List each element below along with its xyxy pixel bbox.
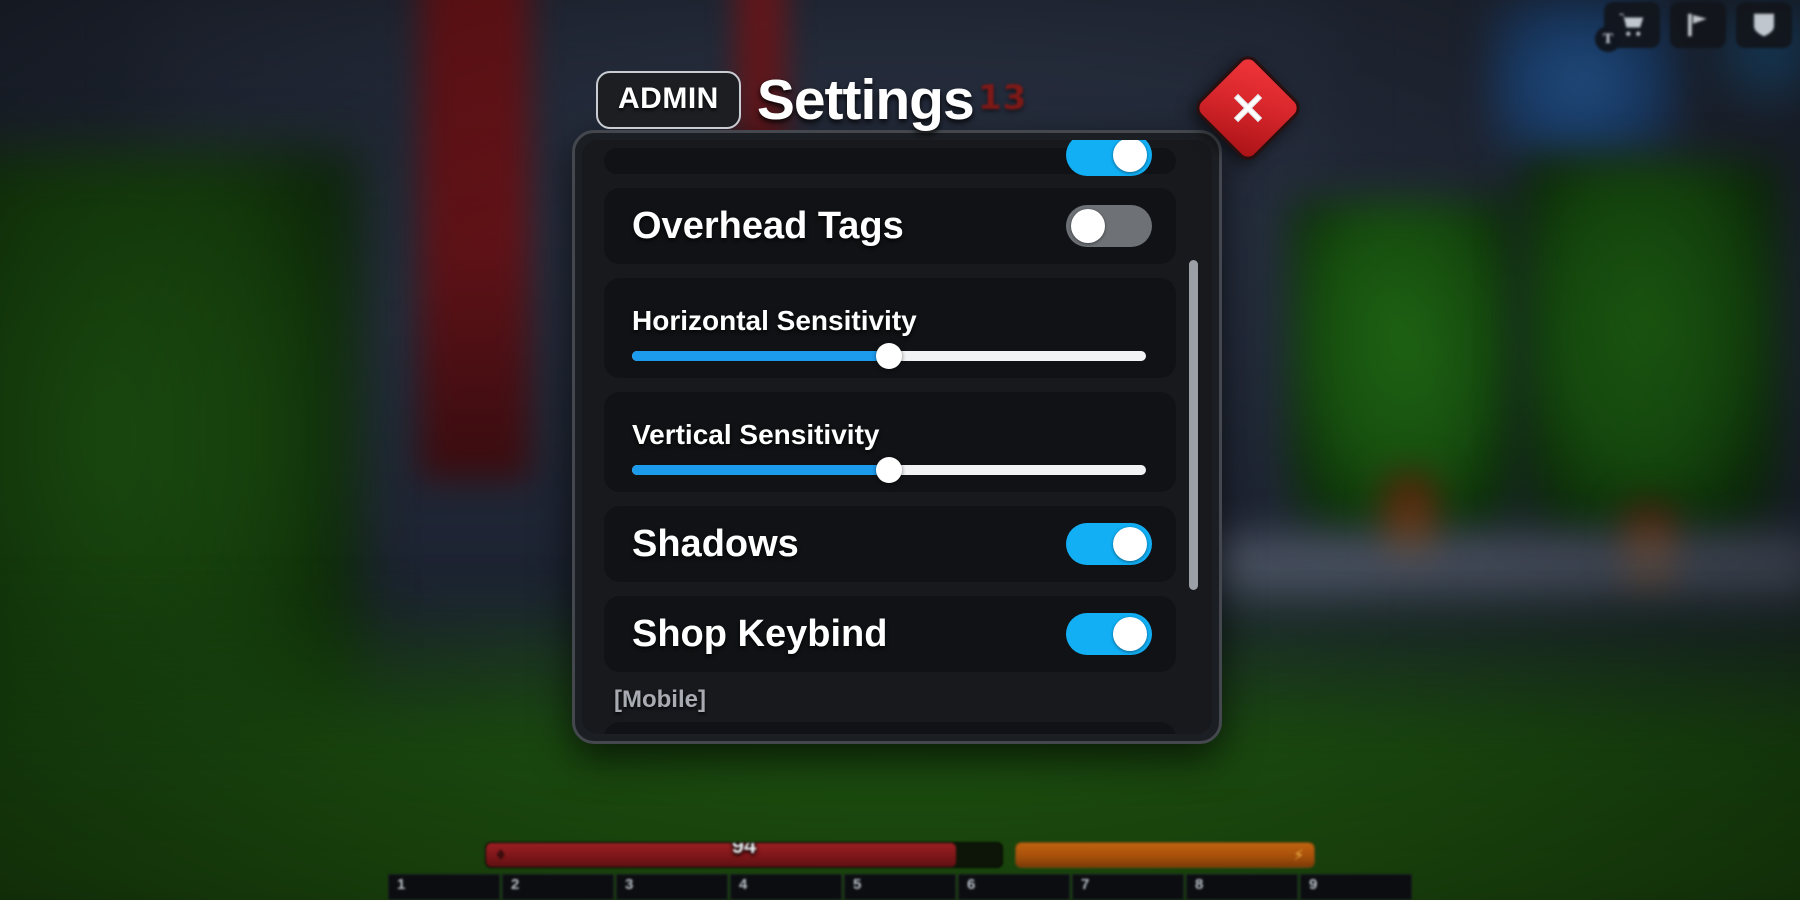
banner-flag-icon[interactable] xyxy=(1670,2,1726,48)
setting-label: Horizontal Sensitivity xyxy=(632,305,917,336)
setting-label: Vertical Sensitivity xyxy=(632,419,880,450)
toggle-knob xyxy=(1071,209,1105,243)
settings-list[interactable]: Overhead Tags Horizontal Sensitivity Ver… xyxy=(582,140,1212,734)
modal-body: Overhead Tags Horizontal Sensitivity Ver… xyxy=(582,140,1212,734)
hotbar-slot[interactable]: 2 xyxy=(502,874,614,900)
toggle-overhead-tags[interactable] xyxy=(1066,205,1152,247)
hotbar-slot[interactable]: 1 xyxy=(388,874,500,900)
hotbar-slot[interactable]: 4 xyxy=(730,874,842,900)
slider-vertical-sensitivity[interactable] xyxy=(632,457,1146,483)
admin-badge: ADMIN xyxy=(596,71,741,129)
shield-heart-icon[interactable] xyxy=(1736,2,1792,48)
page-title: Settings xyxy=(756,68,975,132)
stamina-bar-fill xyxy=(1016,843,1314,867)
health-value: 94 xyxy=(731,842,757,858)
setting-row-advanced-controls[interactable]: Advanced Controls xyxy=(604,722,1176,734)
setting-label: Shop Keybind xyxy=(632,612,888,655)
toggle-knob xyxy=(1113,527,1147,561)
slider-knob[interactable] xyxy=(876,343,902,369)
lightning-bolt-icon: ⚡ xyxy=(1293,845,1304,864)
toggle-knob xyxy=(1113,140,1147,172)
hotbar-slot[interactable]: 3 xyxy=(616,874,728,900)
hotbar[interactable]: 1 2 3 4 5 6 7 8 9 xyxy=(388,874,1412,900)
close-x-icon xyxy=(1211,71,1285,145)
setting-row-shop-keybind[interactable]: Shop Keybind xyxy=(604,596,1176,672)
setting-row-shadows[interactable]: Shadows xyxy=(604,506,1176,582)
settings-modal: ADMIN Settings Overhead Tags Horizontal … xyxy=(572,51,1305,744)
setting-label: Shadows xyxy=(632,522,799,565)
cart-badge: T xyxy=(1595,26,1621,52)
health-bar: ♦ 94 xyxy=(485,842,1003,868)
hud-bars: ♦ 94 ⚡ xyxy=(485,842,1315,868)
toggle-knob xyxy=(1113,617,1147,651)
hotbar-slot[interactable]: 9 xyxy=(1300,874,1412,900)
setting-label: Overhead Tags xyxy=(632,204,904,247)
damage-number: 13 xyxy=(978,78,1028,118)
slider-fill xyxy=(632,351,889,361)
setting-row-horizontal-sensitivity[interactable]: Horizontal Sensitivity xyxy=(604,278,1176,378)
setting-row-partial-top[interactable] xyxy=(604,140,1176,176)
hud-top-right-icons: T xyxy=(1595,2,1792,52)
stamina-bar: ⚡ xyxy=(1015,842,1315,868)
slider-knob[interactable] xyxy=(876,457,902,483)
modal-header: ADMIN Settings xyxy=(596,67,975,133)
toggle-shadows[interactable] xyxy=(1066,523,1152,565)
section-header-mobile: [Mobile] xyxy=(614,686,706,713)
hotbar-slot[interactable]: 6 xyxy=(958,874,1070,900)
slider-horizontal-sensitivity[interactable] xyxy=(632,343,1146,369)
hotbar-slot[interactable]: 5 xyxy=(844,874,956,900)
setting-row-vertical-sensitivity[interactable]: Vertical Sensitivity xyxy=(604,392,1176,492)
scrollbar[interactable] xyxy=(1189,260,1198,680)
hud-bottom: ♦ 94 ⚡ 1 2 3 4 5 6 7 8 9 xyxy=(0,842,1800,900)
hotbar-slot[interactable]: 8 xyxy=(1186,874,1298,900)
toggle-switch[interactable] xyxy=(1066,140,1152,176)
toggle-shop-keybind[interactable] xyxy=(1066,613,1152,655)
scrollbar-thumb[interactable] xyxy=(1189,260,1198,590)
shopping-cart-icon[interactable]: T xyxy=(1595,2,1660,52)
slider-fill xyxy=(632,465,889,475)
setting-row-overhead-tags[interactable]: Overhead Tags xyxy=(604,188,1176,264)
hotbar-slot[interactable]: 7 xyxy=(1072,874,1184,900)
